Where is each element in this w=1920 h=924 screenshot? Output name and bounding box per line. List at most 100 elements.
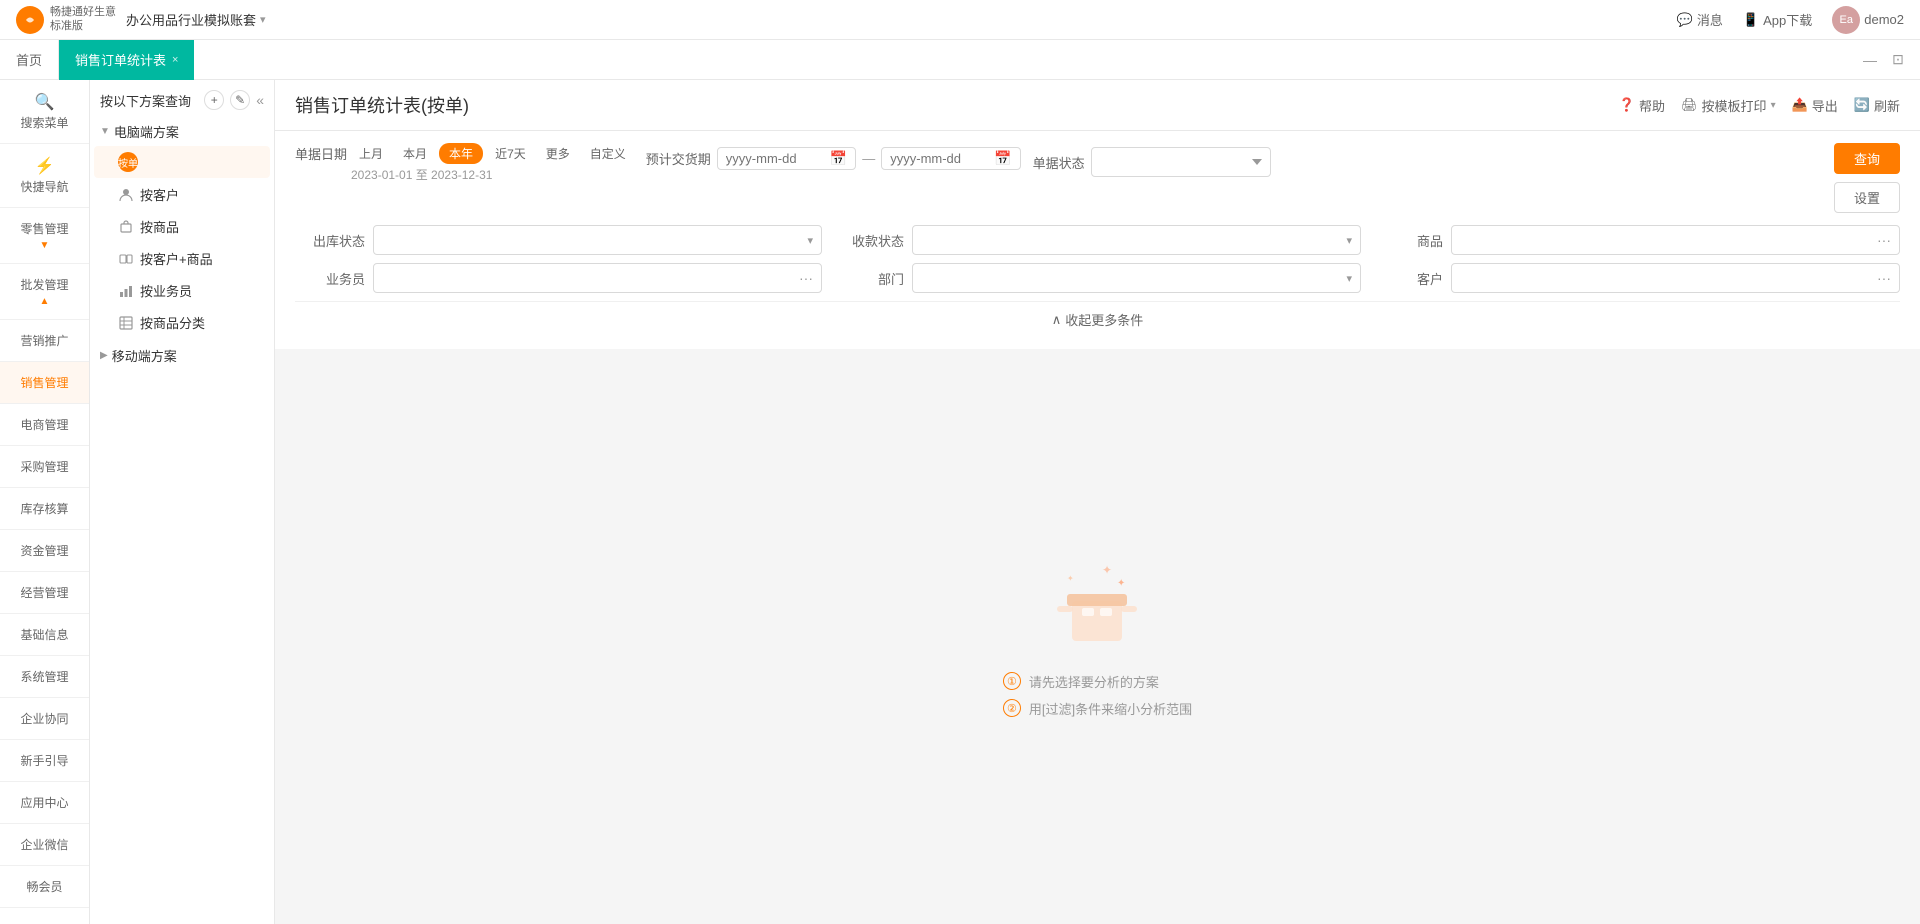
date-btn-last-7-days[interactable]: 近7天 — [487, 143, 534, 164]
ship-status-input[interactable]: ▾ — [373, 225, 822, 255]
left-panel-header: 按以下方案查询 + ✎ « — [90, 90, 274, 118]
collapse-filters-button[interactable]: ∧ 收起更多条件 — [295, 301, 1900, 337]
sidebar-item-wholesale[interactable]: 批发管理 ▲ — [0, 264, 89, 320]
avatar: Ea — [1832, 6, 1860, 34]
date-filter-section: 单据日期 上月 本月 本年 近7天 更多 自定义 2023-01-01 至 20… — [295, 143, 634, 183]
left-panel-actions: + ✎ « — [204, 90, 264, 110]
message-button[interactable]: 💬 消息 — [1677, 10, 1723, 29]
tab-home[interactable]: 首页 — [0, 40, 59, 80]
help-icon: ❓ — [1619, 97, 1635, 113]
logo-icon — [16, 6, 44, 34]
sidebar-item-sales[interactable]: 销售管理 — [0, 362, 89, 404]
customer-input[interactable]: ··· — [1451, 263, 1900, 293]
svg-text:✦: ✦ — [1102, 563, 1112, 577]
scheme-group-pc-header[interactable]: ▼ 电脑端方案 — [90, 118, 274, 145]
sidebar-item-finance[interactable]: 资金管理 — [0, 530, 89, 572]
quick-nav-icon: ⚡ — [4, 156, 85, 176]
payment-status-input[interactable]: ▾ — [912, 225, 1361, 255]
content-area: 按以下方案查询 + ✎ « ▼ 电脑端方案 按单 — [90, 80, 1920, 924]
expected-delivery-section: 预计交货期 📅 — 📅 — [646, 147, 1021, 170]
main-layout: 🔍 搜索菜单 ⚡ 快捷导航 零售管理 ▼ 批发管理 ▲ 营销推广 销售管理 电商… — [0, 80, 1920, 924]
date-btn-this-month[interactable]: 本月 — [395, 143, 435, 164]
scheme-item-by-product[interactable]: 按商品 — [94, 211, 270, 242]
collapse-icon: ∧ — [1052, 312, 1062, 328]
expected-delivery-start-input[interactable]: 📅 — [717, 147, 856, 170]
collapse-panel-button[interactable]: « — [256, 92, 264, 108]
ship-status-field: 出库状态 ▾ — [295, 225, 822, 255]
page-actions: ❓ 帮助 🖨 按模板打印 ▾ 📤 导出 🔄 — [1619, 96, 1900, 115]
window-maximize-button[interactable]: ⊡ — [1888, 50, 1908, 70]
query-button[interactable]: 查询 — [1834, 143, 1900, 174]
right-main: 销售订单统计表(按单) ❓ 帮助 🖨 按模板打印 ▾ 📤 — [275, 80, 1920, 924]
sidebar-item-enterprise-wechat[interactable]: 企业微信 — [0, 824, 89, 866]
hint-number-1: ① — [1003, 672, 1021, 690]
date-btn-last-month[interactable]: 上月 — [351, 143, 391, 164]
doc-status-input[interactable] — [1091, 147, 1271, 177]
payment-status-field: 收款状态 ▾ — [834, 225, 1361, 255]
header-right: 💬 消息 📱 App下载 Ea demo2 — [1677, 6, 1904, 34]
sidebar-item-retail[interactable]: 零售管理 ▼ — [0, 208, 89, 264]
action-buttons: 查询 设置 — [1834, 143, 1900, 213]
search-icon: 🔍 — [4, 92, 85, 112]
filter-row-2: 出库状态 ▾ 收款状态 ▾ 商品 — [295, 225, 1900, 255]
expected-delivery-start-field[interactable] — [726, 151, 826, 166]
sidebar: 🔍 搜索菜单 ⚡ 快捷导航 零售管理 ▼ 批发管理 ▲ 营销推广 销售管理 电商… — [0, 80, 90, 924]
date-btn-more[interactable]: 更多 — [538, 143, 578, 164]
goods-input[interactable]: ··· — [1451, 225, 1900, 255]
user-menu[interactable]: Ea demo2 — [1832, 6, 1904, 34]
customer-field: 客户 ··· — [1373, 263, 1900, 293]
date-btn-this-year[interactable]: 本年 — [439, 143, 483, 164]
goods-more-icon: ··· — [1877, 232, 1891, 248]
tab-close-icon[interactable]: × — [172, 54, 178, 66]
hint-number-2: ② — [1003, 699, 1021, 717]
salesman-input[interactable]: ··· — [373, 263, 822, 293]
add-scheme-button[interactable]: + — [204, 90, 224, 110]
sidebar-item-search-menu[interactable]: 🔍 搜索菜单 — [0, 80, 89, 144]
sidebar-item-newbie[interactable]: 新手引导 — [0, 740, 89, 782]
logo-area: 畅捷通好生意 标准版 — [16, 6, 116, 34]
help-button[interactable]: ❓ 帮助 — [1619, 96, 1665, 115]
department-input[interactable]: ▾ — [912, 263, 1361, 293]
filter-area: 单据日期 上月 本月 本年 近7天 更多 自定义 2023-01-01 至 20… — [275, 131, 1920, 349]
empty-hint-2: ② 用[过滤]条件来缩小分析范围 — [1003, 699, 1192, 718]
doc-status-select[interactable] — [1091, 147, 1271, 177]
tab-sales-order-stats[interactable]: 销售订单统计表 × — [59, 40, 194, 80]
sidebar-item-inventory[interactable]: 库存核算 — [0, 488, 89, 530]
settings-button[interactable]: 设置 — [1834, 182, 1900, 213]
date-btn-custom[interactable]: 自定义 — [582, 143, 634, 164]
filter-row-3: 业务员 ··· 部门 ▾ 客户 — [295, 263, 1900, 293]
scheme-item-by-salesman[interactable]: 按业务员 — [94, 275, 270, 306]
print-button[interactable]: 🖨 按模板打印 ▾ — [1681, 96, 1776, 115]
expected-delivery-end-input[interactable]: 📅 — [881, 147, 1020, 170]
window-minimize-button[interactable]: — — [1860, 50, 1880, 70]
sidebar-item-basic-info[interactable]: 基础信息 — [0, 614, 89, 656]
breadcrumb[interactable]: 办公用品行业模拟账套 ▾ — [126, 10, 266, 29]
export-button[interactable]: 📤 导出 — [1792, 96, 1838, 115]
expected-delivery-end-field[interactable] — [890, 151, 990, 166]
sidebar-item-cooperation[interactable]: 企业协同 — [0, 698, 89, 740]
active-scheme-icon: 按单 — [118, 152, 138, 172]
sidebar-item-app-center[interactable]: 应用中心 — [0, 782, 89, 824]
box-icon — [118, 219, 134, 235]
scheme-item-by-customer[interactable]: 按客户 — [94, 179, 270, 210]
sidebar-item-system[interactable]: 系统管理 — [0, 656, 89, 698]
edit-scheme-button[interactable]: ✎ — [230, 90, 250, 110]
refresh-button[interactable]: 🔄 刷新 — [1854, 96, 1900, 115]
sidebar-item-members[interactable]: 畅会员 — [0, 866, 89, 908]
sidebar-item-purchase[interactable]: 采购管理 — [0, 446, 89, 488]
scheme-item-by-order[interactable]: 按单 — [94, 146, 270, 178]
scheme-item-by-customer-product[interactable]: 按客户+商品 — [94, 243, 270, 274]
top-header: 畅捷通好生意 标准版 办公用品行业模拟账套 ▾ 💬 消息 📱 App下载 Ea … — [0, 0, 1920, 40]
scheme-group-mobile-header[interactable]: ▶ 移动端方案 — [90, 342, 274, 369]
scheme-item-by-category[interactable]: 按商品分类 — [94, 307, 270, 338]
calendar-end-icon[interactable]: 📅 — [994, 150, 1011, 167]
sidebar-item-marketing[interactable]: 营销推广 — [0, 320, 89, 362]
calendar-start-icon[interactable]: 📅 — [830, 150, 847, 167]
department-field: 部门 ▾ — [834, 263, 1361, 293]
sidebar-item-operations[interactable]: 经营管理 — [0, 572, 89, 614]
empty-text: ① 请先选择要分析的方案 ② 用[过滤]条件来缩小分析范围 — [1003, 672, 1192, 718]
bar-chart-icon — [118, 283, 134, 299]
sidebar-item-quick-nav[interactable]: ⚡ 快捷导航 — [0, 144, 89, 208]
sidebar-item-ecommerce[interactable]: 电商管理 — [0, 404, 89, 446]
app-download-button[interactable]: 📱 App下载 — [1743, 10, 1812, 29]
